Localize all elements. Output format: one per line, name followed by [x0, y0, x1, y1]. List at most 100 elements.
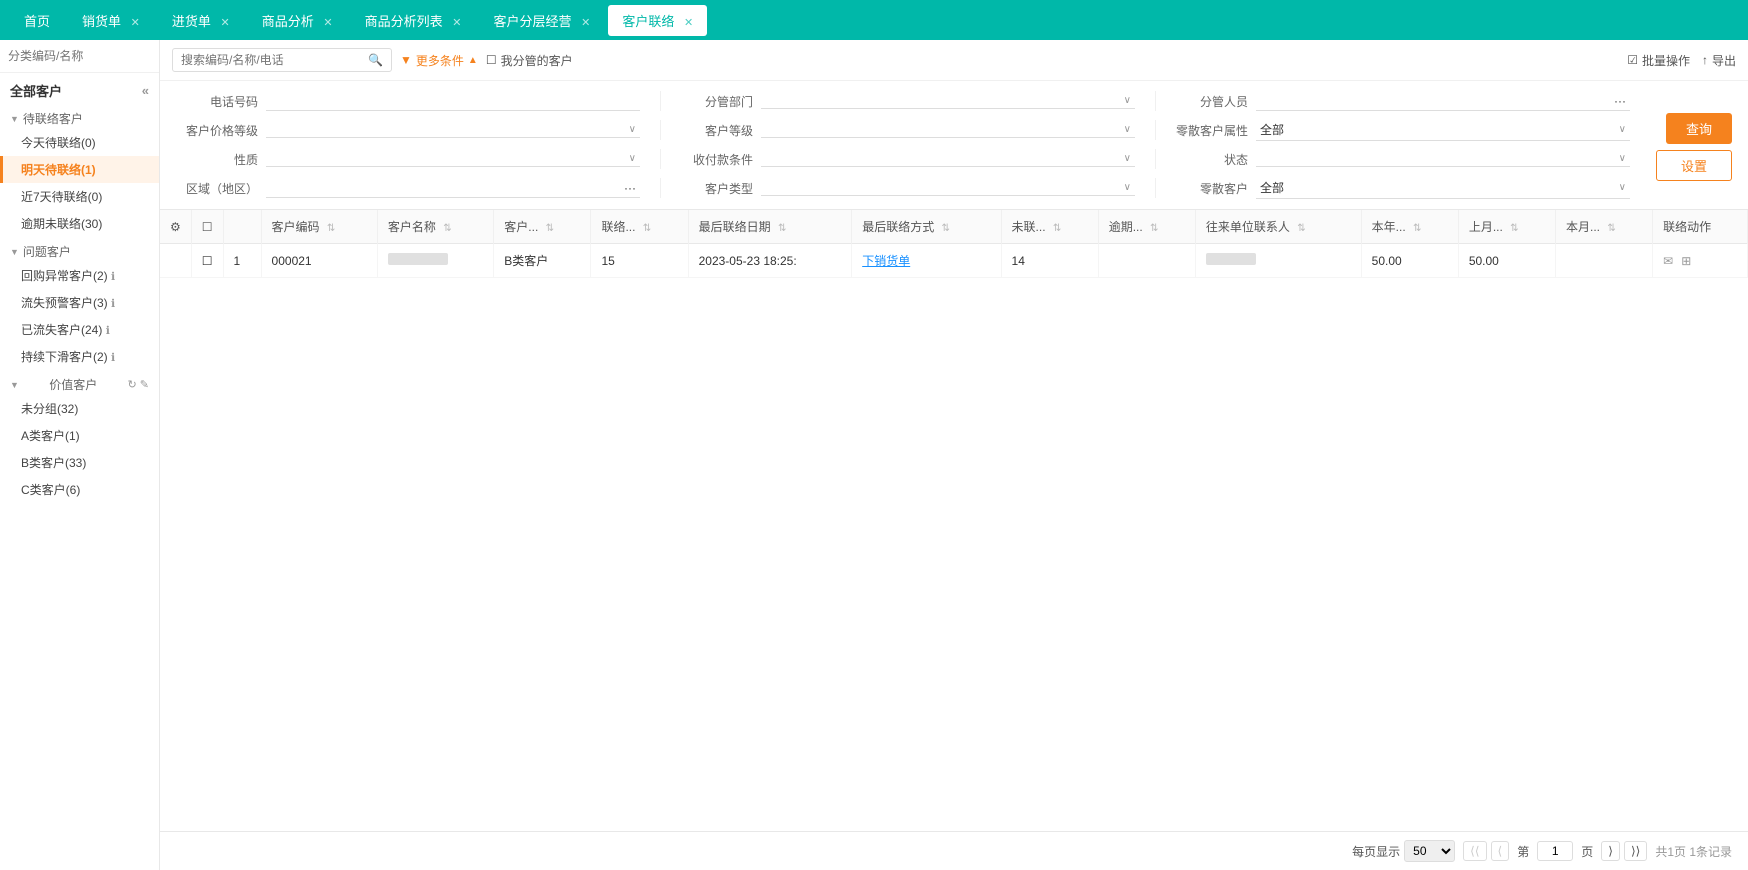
col-unit-contact[interactable]: 往来单位联系人 ⇅	[1195, 210, 1361, 244]
row-code: 000021	[261, 244, 377, 278]
phone-input[interactable]	[266, 92, 640, 111]
filter-row-4: 区域（地区） ··· 客户类型 ∨	[176, 177, 1640, 199]
dept-select[interactable]: ∨	[761, 93, 1135, 109]
sidebar-item-today[interactable]: 今天待联络(0)	[0, 129, 159, 156]
nav-product-analysis[interactable]: 商品分析 ✕	[248, 5, 347, 36]
sidebar-group-value[interactable]: 价值客户 ↻ ✎	[0, 370, 159, 395]
col-last-date[interactable]: 最后联络日期 ⇅	[688, 210, 852, 244]
filter-cell-dept: 分管部门 ∨	[671, 93, 1145, 110]
filter-cell-payment: 收付款条件 ∨	[671, 151, 1145, 168]
nav-sales[interactable]: 销货单 ✕	[68, 5, 154, 36]
last-method-link[interactable]: 下销货单	[862, 254, 910, 268]
payment-select[interactable]: ∨	[761, 151, 1135, 167]
col-this-month[interactable]: 本月... ⇅	[1555, 210, 1652, 244]
action-phone-icon[interactable]: ⊞	[1681, 254, 1691, 268]
customer-level-select[interactable]: ∨	[761, 122, 1135, 138]
nav-customer-contact[interactable]: 客户联络 ✕	[608, 5, 707, 36]
contact-sort-icon: ⇅	[643, 223, 651, 234]
sidebar-item-7days[interactable]: 近7天待联络(0)	[0, 183, 159, 210]
sidebar-item-declining[interactable]: 持续下滑客户(2) ℹ	[0, 343, 159, 370]
table-footer: 每页显示 50 100 200 ⟨⟨ ⟨ 第 页 ⟩ ⟩⟩ 共1页 1条记录	[160, 831, 1748, 870]
nature-select[interactable]: ∨	[266, 151, 640, 167]
col-overdue[interactable]: 逾期... ⇅	[1098, 210, 1195, 244]
col-gear[interactable]: ⚙	[160, 210, 191, 244]
nav-close-product-analysis-list[interactable]: ✕	[452, 17, 461, 29]
sidebar-collapse-icon[interactable]: «	[142, 83, 149, 98]
sidebar-group-pending[interactable]: 待联络客户	[0, 104, 159, 129]
col-unlinked[interactable]: 未联... ⇅	[1001, 210, 1098, 244]
sidebar-item-ungroup[interactable]: 未分组(32)	[0, 395, 159, 422]
nav-close-product-analysis[interactable]: ✕	[323, 17, 332, 29]
retail-customer-select[interactable]: 全部 ∨	[1256, 177, 1630, 199]
sidebar-item-overdue[interactable]: 逾期未联络(30)	[0, 210, 159, 237]
sidebar-item-tomorrow[interactable]: 明天待联络(1)	[0, 156, 159, 183]
col-type[interactable]: 客户... ⇅	[494, 210, 591, 244]
sidebar-item-typeA[interactable]: A类客户(1)	[0, 422, 159, 449]
nav-close-sales[interactable]: ✕	[131, 17, 140, 29]
nav-close-customer-segmentation[interactable]: ✕	[581, 17, 590, 29]
sidebar-item-typeB[interactable]: B类客户(33)	[0, 449, 159, 476]
query-button[interactable]: 查询	[1666, 113, 1732, 144]
sidebar-item-typeC[interactable]: C类客户(6)	[0, 476, 159, 503]
region-select[interactable]: ···	[266, 179, 640, 198]
col-action: 联络动作	[1653, 210, 1748, 244]
row-checkbox-icon: ☐	[202, 254, 213, 268]
col-this-year[interactable]: 本年... ⇅	[1361, 210, 1458, 244]
row-checkbox[interactable]: ☐	[191, 244, 223, 278]
filter-search-container: 🔍	[172, 48, 392, 72]
my-customers-checkbox[interactable]: ☐ 我分管的客户	[486, 52, 573, 69]
filter-cell-phone: 电话号码	[176, 92, 650, 111]
export-button[interactable]: ↑ 导出	[1702, 52, 1736, 69]
page-input[interactable]	[1537, 841, 1573, 861]
col-name[interactable]: 客户名称 ⇅	[377, 210, 493, 244]
col-code[interactable]: 客户编码 ⇅	[261, 210, 377, 244]
next-page-button[interactable]: ⟩	[1601, 841, 1620, 861]
filter-search-input[interactable]	[181, 53, 368, 67]
retail-attr-select[interactable]: 全部 ∨	[1256, 119, 1630, 141]
first-page-button[interactable]: ⟨⟨	[1463, 841, 1486, 861]
nav-customer-segmentation[interactable]: 客户分层经营 ✕	[479, 5, 604, 36]
last-page-button[interactable]: ⟩⟩	[1624, 841, 1647, 861]
price-level-arrow-icon: ∨	[629, 124, 636, 135]
table-header: ⚙ ☐ 客户编码 ⇅ 客户名称 ⇅ 客户... ⇅ 联络... ⇅ 最后联络日期…	[160, 210, 1748, 244]
main-layout: 🔍 全部客户 « 待联络客户 今天待联络(0) 明天待联络(1) 近7天待联络(…	[0, 40, 1748, 870]
last-method-sort-icon: ⇅	[942, 223, 950, 234]
sidebar-item-churn-warning[interactable]: 流失预警客户(3) ℹ	[0, 289, 159, 316]
col-checkbox[interactable]: ☐	[191, 210, 223, 244]
filter-cell-customer-level: 客户等级 ∨	[671, 122, 1145, 139]
filter-search-button[interactable]: 🔍	[368, 53, 383, 67]
pagination: ⟨⟨ ⟨ 第 页 ⟩ ⟩⟩	[1463, 841, 1647, 861]
setting-button[interactable]: 设置	[1656, 150, 1732, 181]
customer-type-select[interactable]: ∨	[761, 180, 1135, 196]
price-level-select[interactable]: ∨	[266, 122, 640, 138]
row-overdue	[1098, 244, 1195, 278]
page-size-select[interactable]: 50 100 200	[1404, 840, 1455, 862]
sidebar-all-customers[interactable]: 全部客户 «	[0, 73, 159, 104]
nature-arrow-icon: ∨	[629, 153, 636, 164]
action-message-icon[interactable]: ✉	[1663, 254, 1673, 268]
this-year-sort-icon: ⇅	[1413, 223, 1421, 234]
status-select[interactable]: ∨	[1256, 151, 1630, 167]
col-contact[interactable]: 联络... ⇅	[591, 210, 688, 244]
batch-ops-button[interactable]: ☑ 批量操作	[1627, 52, 1690, 69]
col-last-month[interactable]: 上月... ⇅	[1458, 210, 1555, 244]
sidebar-item-repurchase-abnormal[interactable]: 回购异常客户(2) ℹ	[0, 262, 159, 289]
divider2	[1155, 91, 1156, 111]
sidebar-group-problem[interactable]: 问题客户	[0, 237, 159, 262]
sidebar-item-lost[interactable]: 已流失客户(24) ℹ	[0, 316, 159, 343]
nav-close-purchase[interactable]: ✕	[221, 17, 230, 29]
col-last-method[interactable]: 最后联络方式 ⇅	[852, 210, 1001, 244]
sidebar-search-input[interactable]	[8, 49, 160, 63]
nav-close-customer-contact[interactable]: ✕	[684, 17, 693, 29]
more-filters-button[interactable]: ▼ 更多条件 ▲	[400, 52, 478, 69]
row-this-year: 50.00	[1361, 244, 1458, 278]
this-month-sort-icon: ⇅	[1607, 223, 1615, 234]
nav-product-analysis-list[interactable]: 商品分析列表 ✕	[351, 5, 476, 36]
person-select[interactable]: ···	[1256, 92, 1630, 111]
sidebar-search-container: 🔍	[0, 40, 159, 73]
prev-page-button[interactable]: ⟨	[1491, 841, 1510, 861]
filter-cell-region: 区域（地区） ···	[176, 179, 650, 198]
nav-home[interactable]: 首页	[10, 5, 64, 36]
nav-purchase[interactable]: 进货单 ✕	[158, 5, 244, 36]
row-last-method[interactable]: 下销货单	[852, 244, 1001, 278]
